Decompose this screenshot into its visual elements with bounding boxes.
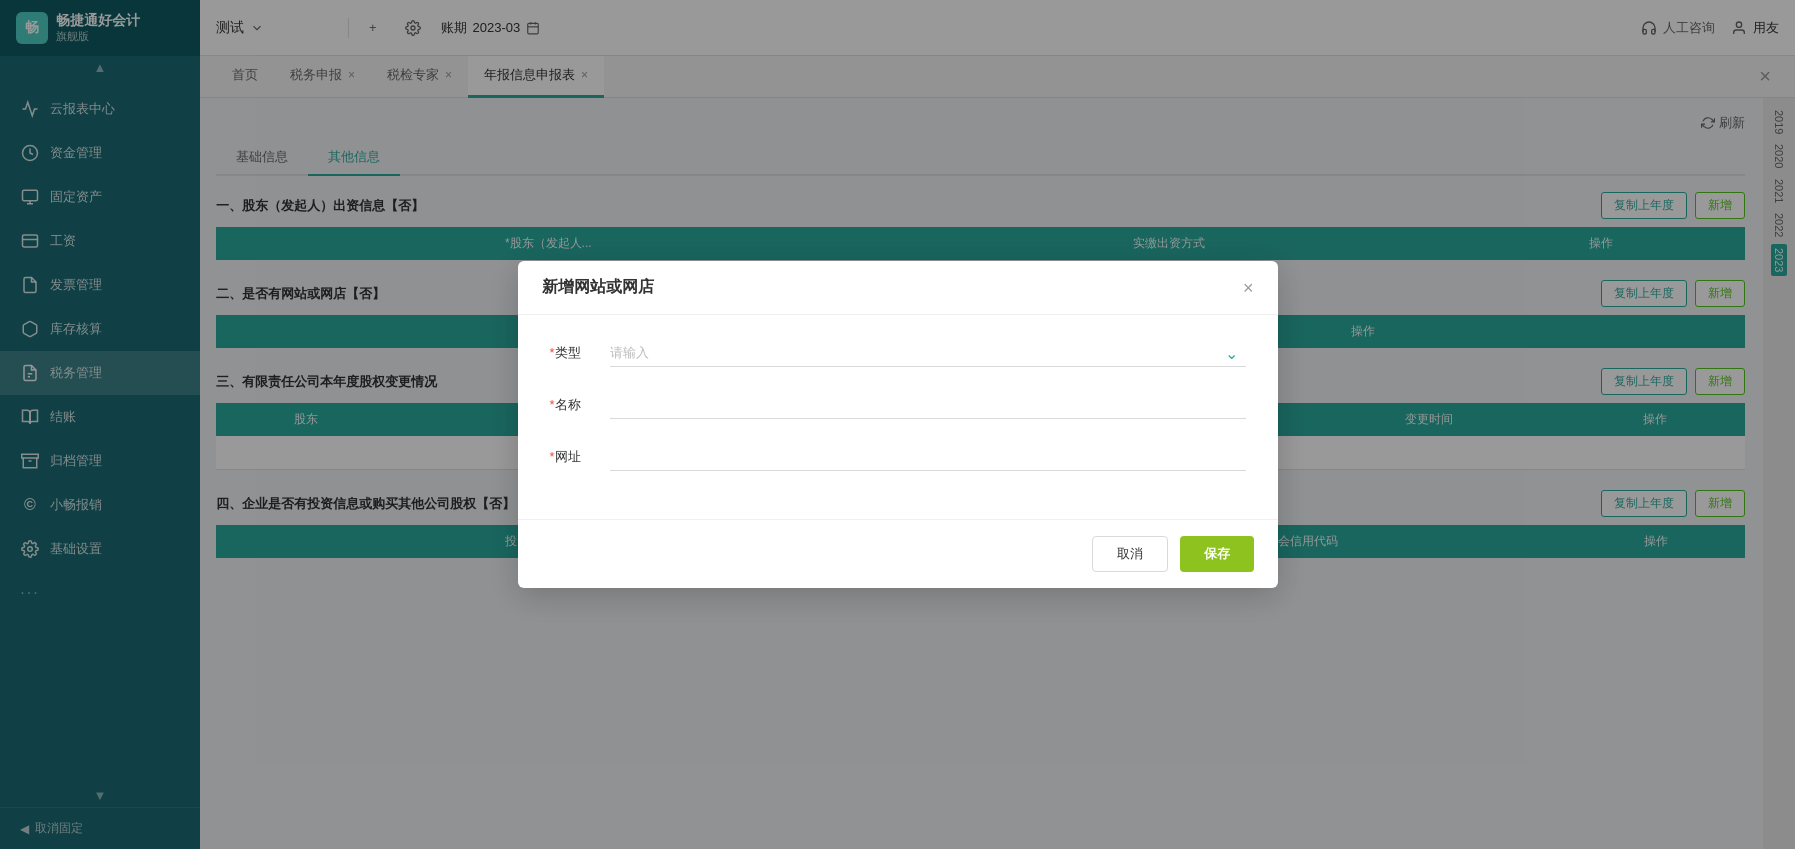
add-website-dialog: 新增网站或网店 × *类型 ⌄ *名称 *网址: [518, 261, 1278, 588]
url-input-wrapper: [610, 443, 1246, 471]
dialog-title: 新增网站或网店: [542, 277, 654, 298]
url-input[interactable]: [610, 443, 1246, 471]
type-dropdown-arrow[interactable]: ⌄: [1225, 344, 1238, 363]
name-label: *名称: [550, 396, 610, 414]
form-row-url: *网址: [550, 443, 1246, 471]
form-row-type: *类型 ⌄: [550, 339, 1246, 367]
dialog-footer: 取消 保存: [518, 519, 1278, 588]
name-input-wrapper: [610, 391, 1246, 419]
url-label: *网址: [550, 448, 610, 466]
name-input[interactable]: [610, 391, 1246, 419]
dialog-close-button[interactable]: ×: [1243, 279, 1254, 297]
dialog-overlay[interactable]: 新增网站或网店 × *类型 ⌄ *名称 *网址: [0, 0, 1795, 849]
dialog-body: *类型 ⌄ *名称 *网址: [518, 315, 1278, 519]
type-input[interactable]: [610, 339, 1246, 367]
cancel-button[interactable]: 取消: [1092, 536, 1168, 572]
dialog-header: 新增网站或网店 ×: [518, 261, 1278, 315]
form-row-name: *名称: [550, 391, 1246, 419]
type-label: *类型: [550, 344, 610, 362]
type-input-wrapper: ⌄: [610, 339, 1246, 367]
save-button[interactable]: 保存: [1180, 536, 1254, 572]
